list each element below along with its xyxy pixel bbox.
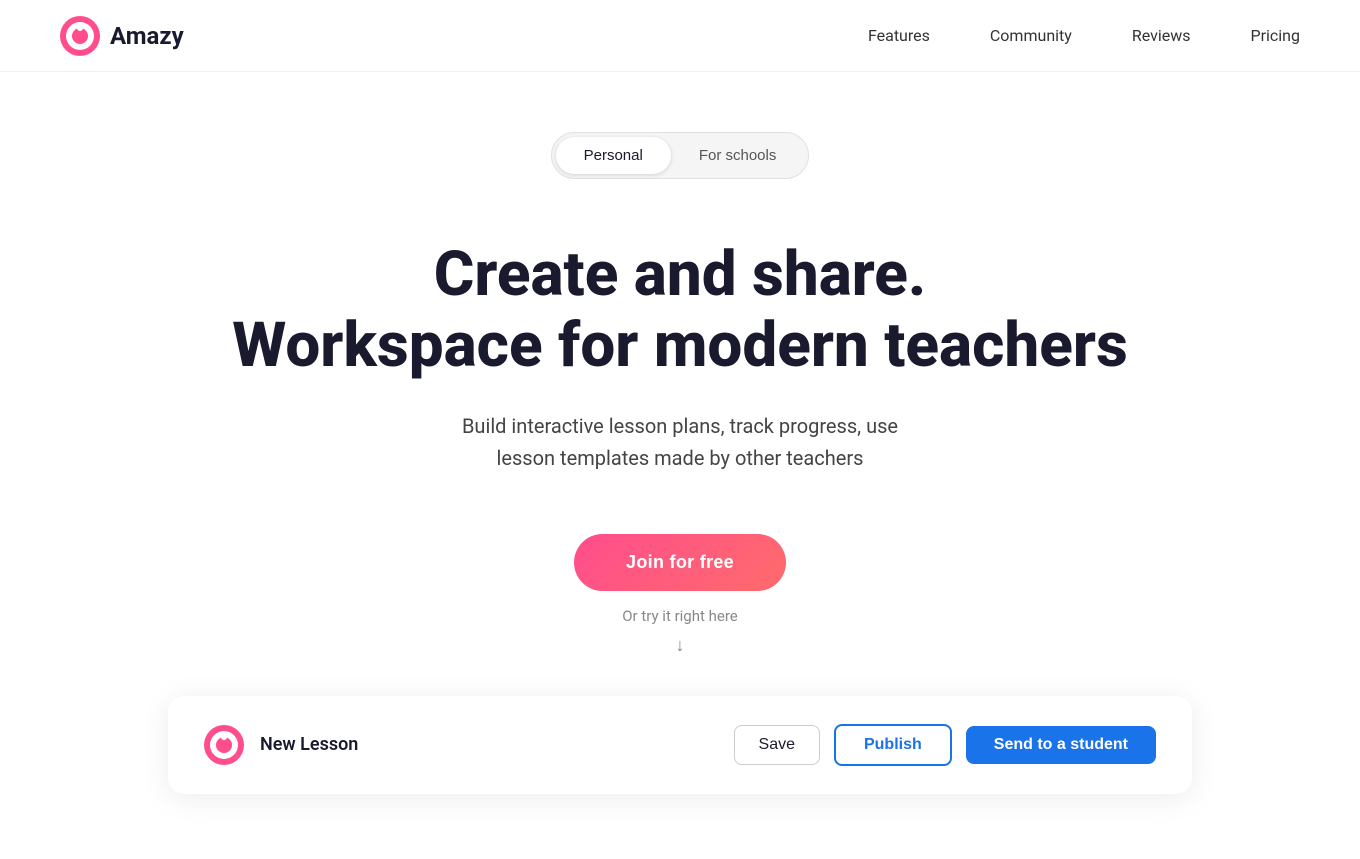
plan-toggle: Personal For schools bbox=[551, 132, 810, 179]
nav-community[interactable]: Community bbox=[990, 26, 1072, 45]
lesson-title: New Lesson bbox=[260, 734, 358, 755]
nav-reviews[interactable]: Reviews bbox=[1132, 26, 1191, 45]
logo[interactable]: Amazy bbox=[60, 16, 184, 56]
lesson-card: New Lesson Save Publish Send to a studen… bbox=[168, 696, 1192, 794]
publish-button[interactable]: Publish bbox=[834, 724, 952, 766]
lesson-left: New Lesson bbox=[204, 725, 358, 765]
nav-pricing[interactable]: Pricing bbox=[1251, 26, 1301, 45]
cta-section: Join for free Or try it right here ↓ bbox=[574, 534, 786, 656]
navbar: Amazy Features Community Reviews Pricing bbox=[0, 0, 1360, 72]
nav-links: Features Community Reviews Pricing bbox=[868, 26, 1300, 45]
save-button[interactable]: Save bbox=[734, 725, 820, 765]
toggle-personal[interactable]: Personal bbox=[556, 137, 671, 174]
nav-features[interactable]: Features bbox=[868, 26, 930, 45]
try-here-text: Or try it right here bbox=[622, 607, 738, 625]
logo-icon bbox=[60, 16, 100, 56]
lesson-actions: Save Publish Send to a student bbox=[734, 724, 1156, 766]
hero-title-line2: Workspace for modern teachers bbox=[232, 309, 1128, 382]
hero-subtitle: Build interactive lesson plans, track pr… bbox=[232, 410, 1128, 474]
logo-text: Amazy bbox=[110, 22, 184, 50]
send-to-student-button[interactable]: Send to a student bbox=[966, 726, 1156, 764]
toggle-schools[interactable]: For schools bbox=[671, 137, 805, 174]
hero-section: Create and share. Workspace for modern t… bbox=[232, 239, 1128, 474]
lesson-logo-icon bbox=[204, 725, 244, 765]
hero-title: Create and share. Workspace for modern t… bbox=[232, 239, 1128, 382]
main-content: Personal For schools Create and share. W… bbox=[0, 72, 1360, 854]
hero-title-line1: Create and share. bbox=[434, 238, 927, 311]
join-free-button[interactable]: Join for free bbox=[574, 534, 786, 591]
arrow-down-icon: ↓ bbox=[675, 635, 684, 656]
